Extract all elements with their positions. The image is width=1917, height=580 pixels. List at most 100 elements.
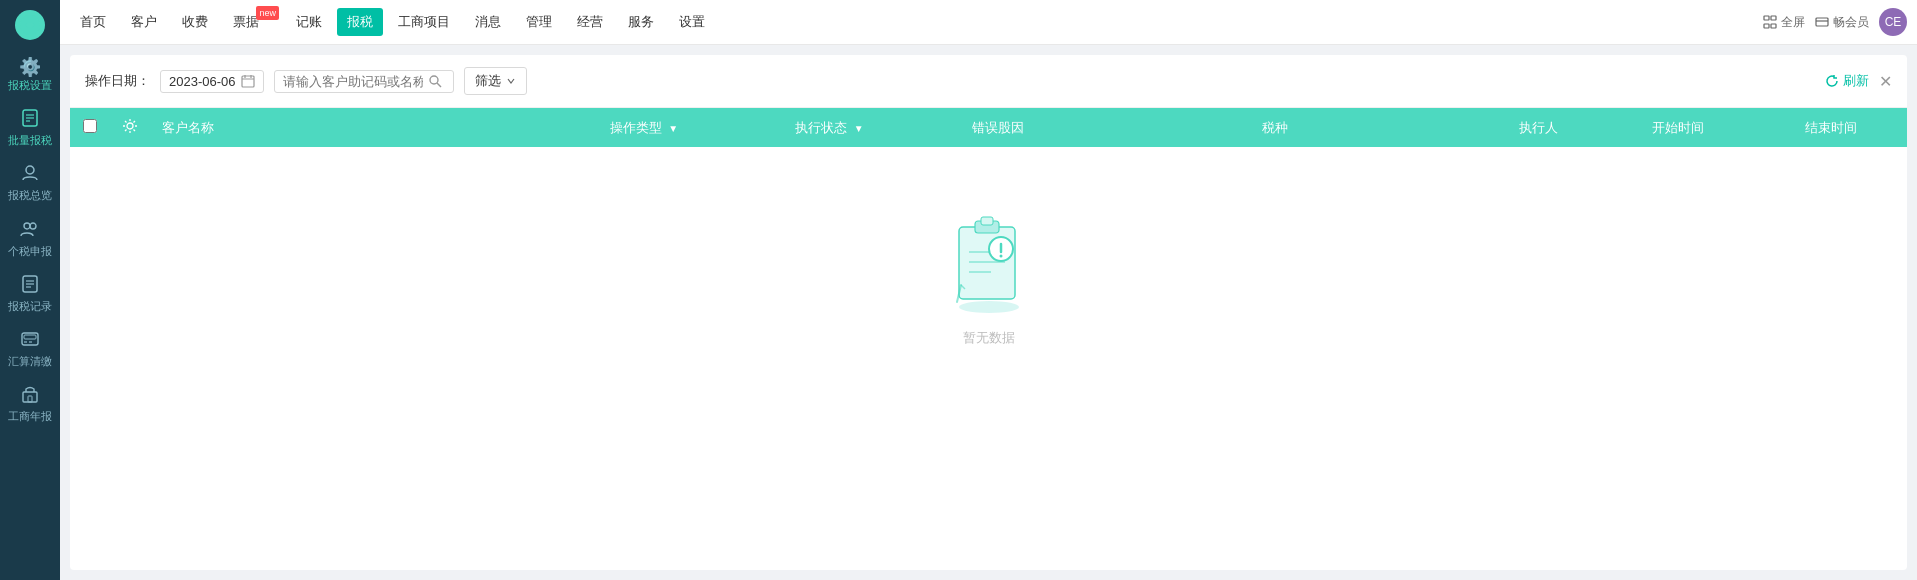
data-table: 客户名称 操作类型 ▼ 执行状态 ▼ 错误股因 (70, 108, 1907, 407)
fullscreen-icon (1763, 15, 1777, 29)
sidebar-item-piliangshuibao-label: 批量报税 (8, 134, 52, 147)
sidebar-item-baoshuizonglan[interactable]: 报税总览 (0, 155, 60, 210)
refresh-button[interactable]: 刷新 (1825, 72, 1869, 90)
topnav-piao[interactable]: 票据 new (223, 8, 281, 36)
calendar-icon (241, 74, 255, 88)
sidebar-logo (0, 0, 60, 50)
svg-rect-13 (24, 335, 36, 339)
topnav-home[interactable]: 首页 (70, 8, 116, 36)
topnav-fuwu[interactable]: 服务 (618, 8, 664, 36)
svg-rect-18 (1764, 16, 1769, 20)
th-executor: 执行人 (1476, 108, 1602, 147)
sidebar: ⚙️ 报税设置 批量报税 报税总览 (0, 0, 60, 580)
th-error: 错误股因 (922, 108, 1074, 147)
th-starttime: 开始时间 (1602, 108, 1754, 147)
topnav-shezhi[interactable]: 设置 (669, 8, 715, 36)
table-body: 暂无数据 (70, 147, 1907, 407)
member-button[interactable]: 畅会员 (1815, 14, 1869, 31)
sidebar-item-huisuan-label: 汇算清缴 (8, 355, 52, 368)
svg-point-5 (26, 166, 34, 174)
svg-rect-16 (23, 392, 37, 402)
th-check[interactable] (70, 108, 110, 147)
baoshuishezhi-icon: ⚙️ (19, 58, 41, 76)
th-customer: 客户名称 (150, 108, 551, 147)
type-filter-icon[interactable]: ▼ (668, 123, 678, 134)
th-status[interactable]: 执行状态 ▼ (737, 108, 923, 147)
svg-rect-19 (1771, 16, 1776, 20)
svg-line-29 (437, 83, 441, 87)
sidebar-item-geshu[interactable]: 个税申报 (0, 211, 60, 266)
huisuan-icon (20, 329, 40, 352)
gongshang-icon (20, 384, 40, 407)
svg-rect-20 (1764, 24, 1769, 28)
svg-rect-17 (28, 396, 32, 402)
sidebar-item-gongshang-label: 工商年报 (8, 410, 52, 423)
topnav-right: 全屏 畅会员 CE (1763, 8, 1907, 36)
sidebar-item-gongshang[interactable]: 工商年报 (0, 376, 60, 431)
th-endtime: 结束时间 (1755, 108, 1907, 147)
sidebar-item-piliangshuibao[interactable]: 批量报税 (0, 100, 60, 155)
fullscreen-label: 全屏 (1781, 14, 1805, 31)
date-picker[interactable]: 2023-06-06 (160, 70, 264, 93)
topnav-gongshang[interactable]: 工商项目 (388, 8, 460, 36)
sidebar-item-huisuan[interactable]: 汇算清缴 (0, 321, 60, 376)
logo-icon (15, 10, 45, 40)
topnav-jingying[interactable]: 经营 (567, 8, 613, 36)
topnav-customer[interactable]: 客户 (121, 8, 167, 36)
refresh-icon (1825, 74, 1839, 88)
member-label: 畅会员 (1833, 14, 1869, 31)
chevron-down-icon (506, 76, 516, 86)
new-badge: new (256, 6, 279, 20)
refresh-label: 刷新 (1843, 72, 1869, 90)
svg-point-30 (127, 123, 133, 129)
sidebar-item-baoshuizonglan-label: 报税总览 (8, 189, 52, 202)
sidebar-item-baoshuijilu-label: 报税记录 (8, 300, 52, 313)
filter-label: 筛选 (475, 72, 501, 90)
sidebar-item-baoshuishezhi[interactable]: ⚙️ 报税设置 (0, 50, 60, 100)
main-area: 首页 客户 收费 票据 new 记账 报税 工商项目 消息 管理 经营 服务 设… (60, 0, 1917, 580)
baoshuizonglan-icon (20, 163, 40, 186)
topnav: 首页 客户 收费 票据 new 记账 报税 工商项目 消息 管理 经营 服务 设… (60, 0, 1917, 45)
svg-point-31 (959, 301, 1019, 313)
sidebar-item-geshu-label: 个税申报 (8, 245, 52, 258)
topnav-items: 首页 客户 收费 票据 new 记账 报税 工商项目 消息 管理 经营 服务 设… (70, 8, 1763, 36)
table-container: 客户名称 操作类型 ▼ 执行状态 ▼ 错误股因 (70, 108, 1907, 570)
status-filter-icon[interactable]: ▼ (854, 123, 864, 134)
avatar[interactable]: CE (1879, 8, 1907, 36)
svg-point-41 (999, 255, 1002, 258)
svg-rect-22 (1816, 18, 1828, 26)
topnav-xiaoxi[interactable]: 消息 (465, 8, 511, 36)
svg-point-28 (430, 76, 438, 84)
sidebar-item-baoshuishezhi-label: 报税设置 (8, 79, 52, 92)
select-all-checkbox[interactable] (83, 119, 97, 133)
piliangshuibao-icon (20, 108, 40, 131)
svg-rect-35 (981, 217, 993, 225)
svg-point-7 (30, 223, 36, 229)
svg-rect-24 (242, 76, 254, 87)
empty-state: 暂无数据 (70, 147, 1907, 407)
search-input[interactable] (283, 74, 423, 89)
th-gear[interactable] (110, 108, 150, 147)
topnav-shoufei[interactable]: 收费 (172, 8, 218, 36)
settings-icon (122, 118, 138, 134)
topnav-baoshui[interactable]: 报税 (337, 8, 383, 36)
filter-button[interactable]: 筛选 (464, 67, 527, 95)
topnav-guanli[interactable]: 管理 (516, 8, 562, 36)
svg-rect-21 (1771, 24, 1776, 28)
baoshuijilu-icon (20, 274, 40, 297)
topnav-jizhang[interactable]: 记账 (286, 8, 332, 36)
empty-state-cell: 暂无数据 (70, 147, 1907, 407)
search-box[interactable] (274, 70, 454, 93)
member-icon (1815, 15, 1829, 29)
sidebar-item-baoshuijilu[interactable]: 报税记录 (0, 266, 60, 321)
date-value: 2023-06-06 (169, 74, 236, 89)
close-button[interactable]: ✕ (1879, 72, 1892, 91)
empty-illustration (939, 207, 1039, 317)
th-taxtype: 税种 (1075, 108, 1476, 147)
th-type[interactable]: 操作类型 ▼ (551, 108, 737, 147)
fullscreen-button[interactable]: 全屏 (1763, 14, 1805, 31)
toolbar: 操作日期： 2023-06-06 筛选 (70, 55, 1907, 108)
svg-point-6 (24, 223, 30, 229)
empty-text: 暂无数据 (963, 329, 1015, 347)
search-icon (428, 74, 442, 88)
